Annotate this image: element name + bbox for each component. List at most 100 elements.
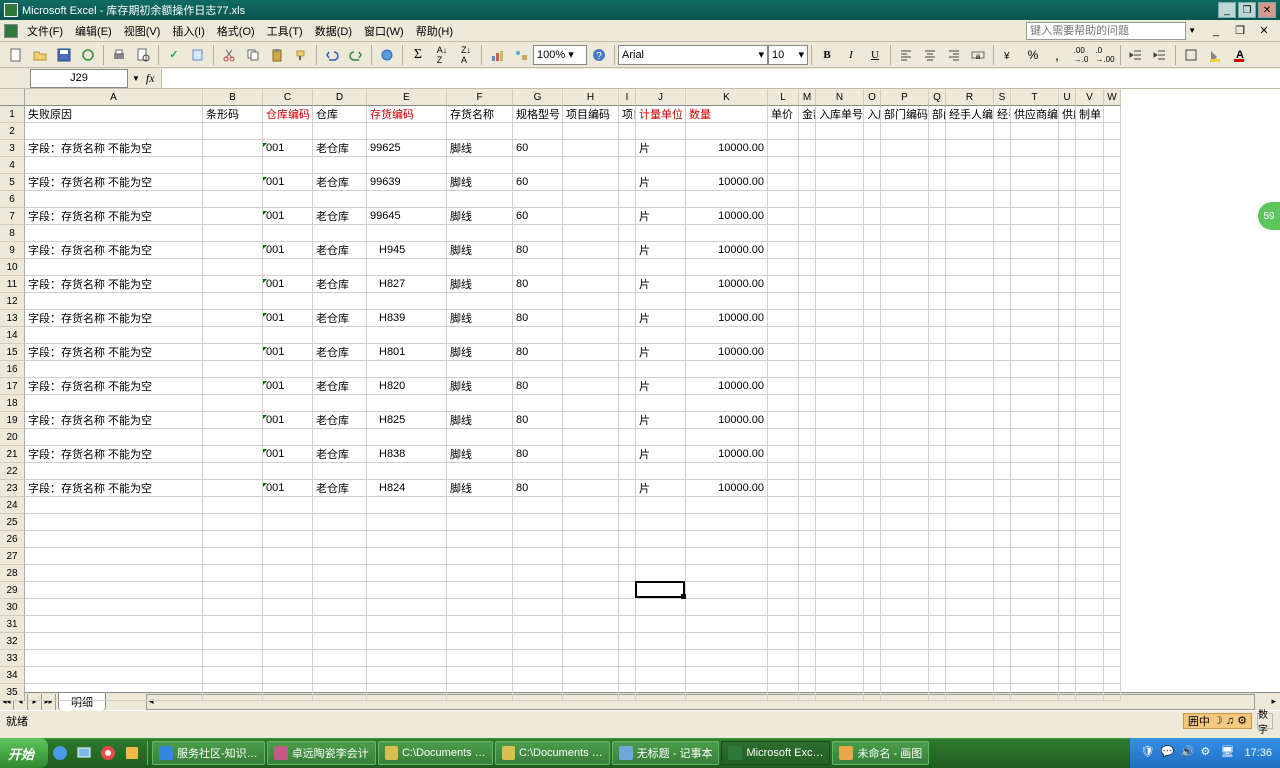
cell[interactable]: [799, 293, 816, 310]
research-button[interactable]: [187, 44, 209, 66]
cell[interactable]: [203, 429, 263, 446]
cell[interactable]: [946, 378, 994, 395]
cell[interactable]: [686, 157, 768, 174]
row-header[interactable]: 24: [0, 497, 25, 514]
cell[interactable]: [313, 650, 367, 667]
cell[interactable]: 001: [263, 242, 313, 259]
font-name-combo[interactable]: Arial▾: [618, 45, 768, 65]
cell[interactable]: [864, 157, 881, 174]
cell[interactable]: 脚线: [447, 174, 513, 191]
system-tray[interactable]: 🛡 💬 🔊 ⚙ 🖥 17:36: [1130, 738, 1280, 768]
cell[interactable]: [1011, 361, 1059, 378]
cell[interactable]: [946, 531, 994, 548]
row-header[interactable]: 2: [0, 123, 25, 140]
cell[interactable]: [619, 242, 636, 259]
cell[interactable]: [367, 684, 447, 701]
cell[interactable]: 80: [513, 480, 563, 497]
cell[interactable]: [25, 259, 203, 276]
cell[interactable]: [881, 208, 929, 225]
cell[interactable]: [1104, 378, 1121, 395]
cell[interactable]: [563, 123, 619, 140]
cell[interactable]: [636, 548, 686, 565]
row-header[interactable]: 7: [0, 208, 25, 225]
cell[interactable]: [1076, 225, 1104, 242]
cell[interactable]: 字段：存货名称 不能为空: [25, 310, 203, 327]
cell[interactable]: [1059, 140, 1076, 157]
cell[interactable]: [619, 208, 636, 225]
cell[interactable]: [768, 497, 799, 514]
cell[interactable]: [864, 599, 881, 616]
cell[interactable]: [881, 480, 929, 497]
cell[interactable]: [946, 361, 994, 378]
cell[interactable]: [929, 344, 946, 361]
cell[interactable]: [1076, 140, 1104, 157]
cell[interactable]: [686, 463, 768, 480]
select-all-corner[interactable]: [0, 89, 25, 106]
cell[interactable]: [563, 174, 619, 191]
cell[interactable]: [1059, 463, 1076, 480]
cell[interactable]: [1011, 157, 1059, 174]
cell[interactable]: 供应商编码: [1011, 106, 1059, 123]
row-header[interactable]: 23: [0, 480, 25, 497]
cell[interactable]: 片: [636, 208, 686, 225]
cell[interactable]: [994, 378, 1011, 395]
help-search-input[interactable]: [1026, 22, 1186, 40]
column-header[interactable]: Q: [929, 89, 946, 106]
cell[interactable]: [263, 633, 313, 650]
cell[interactable]: [1059, 531, 1076, 548]
cell[interactable]: [563, 293, 619, 310]
row-header[interactable]: 18: [0, 395, 25, 412]
quicklaunch-ie-icon[interactable]: [49, 741, 71, 765]
cell[interactable]: [203, 582, 263, 599]
cell[interactable]: [881, 616, 929, 633]
cell[interactable]: [563, 259, 619, 276]
cell[interactable]: [619, 123, 636, 140]
cell[interactable]: [203, 140, 263, 157]
cell[interactable]: [1011, 276, 1059, 293]
cell[interactable]: [619, 548, 636, 565]
cell[interactable]: [1076, 242, 1104, 259]
cell[interactable]: [447, 429, 513, 446]
cell[interactable]: [768, 412, 799, 429]
cell[interactable]: 片: [636, 378, 686, 395]
menu-close-button[interactable]: ✕: [1253, 20, 1275, 42]
cell[interactable]: [563, 361, 619, 378]
cell[interactable]: [929, 361, 946, 378]
autosum-button[interactable]: Σ: [407, 44, 429, 66]
cell[interactable]: [768, 344, 799, 361]
cell[interactable]: H825: [367, 412, 447, 429]
row-header[interactable]: 25: [0, 514, 25, 531]
cell[interactable]: [313, 582, 367, 599]
cell[interactable]: [203, 361, 263, 378]
cell[interactable]: [636, 531, 686, 548]
cell[interactable]: [929, 310, 946, 327]
cell[interactable]: [994, 667, 1011, 684]
cell[interactable]: 脚线: [447, 208, 513, 225]
cell[interactable]: 80: [513, 276, 563, 293]
cell[interactable]: [367, 293, 447, 310]
cell[interactable]: [768, 191, 799, 208]
cell[interactable]: [994, 208, 1011, 225]
cell[interactable]: 10000.00: [686, 446, 768, 463]
cell[interactable]: [799, 497, 816, 514]
cell[interactable]: [619, 157, 636, 174]
cell[interactable]: [563, 157, 619, 174]
cell[interactable]: 计量单位: [636, 106, 686, 123]
cell[interactable]: [994, 276, 1011, 293]
cell[interactable]: [864, 446, 881, 463]
cell[interactable]: [263, 123, 313, 140]
cell[interactable]: [1011, 548, 1059, 565]
cell[interactable]: [799, 548, 816, 565]
name-box-dropdown-icon[interactable]: ▼: [132, 74, 140, 83]
column-header[interactable]: C: [263, 89, 313, 106]
cell[interactable]: [1104, 191, 1121, 208]
help-button[interactable]: ?: [588, 44, 610, 66]
cell[interactable]: [799, 599, 816, 616]
cell[interactable]: [929, 684, 946, 701]
cell[interactable]: [1076, 259, 1104, 276]
cell[interactable]: [263, 157, 313, 174]
cell[interactable]: [367, 429, 447, 446]
cell[interactable]: [686, 361, 768, 378]
cell[interactable]: [203, 633, 263, 650]
cell[interactable]: [1076, 446, 1104, 463]
